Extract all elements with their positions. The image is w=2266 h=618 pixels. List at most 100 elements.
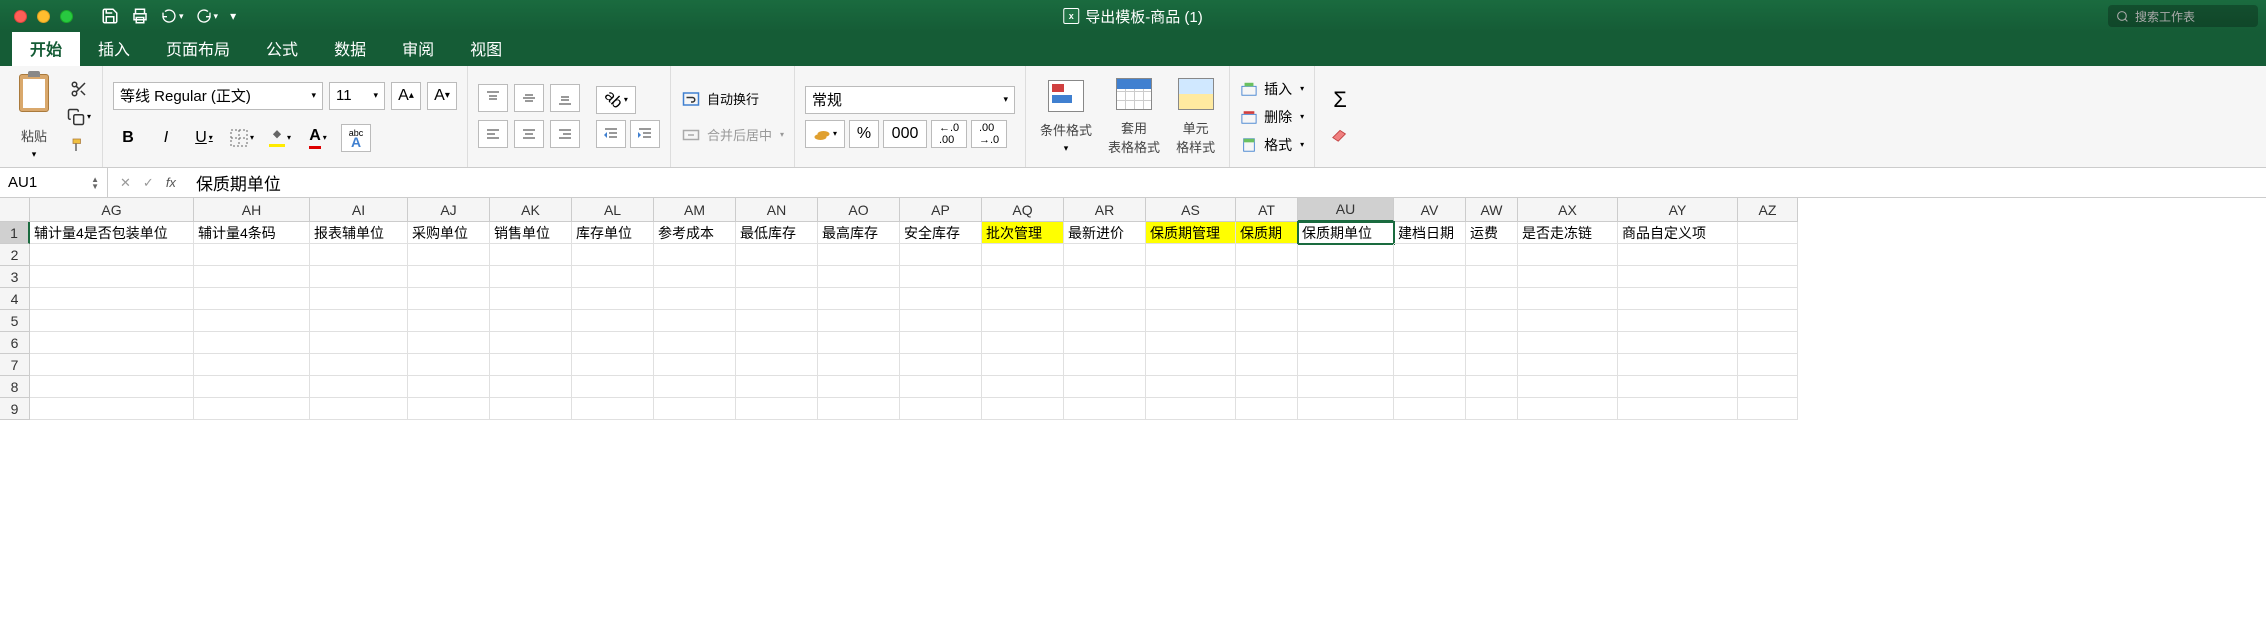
cell-AR7[interactable] (1064, 354, 1146, 376)
increase-decimal-button[interactable]: ←.0.00 (931, 120, 967, 148)
cell-AI9[interactable] (310, 398, 408, 420)
cell-AP5[interactable] (900, 310, 982, 332)
cell-AH2[interactable] (194, 244, 310, 266)
underline-button[interactable]: U▾ (189, 124, 219, 152)
cell-AT6[interactable] (1236, 332, 1298, 354)
column-header-AH[interactable]: AH (194, 198, 310, 222)
column-header-AG[interactable]: AG (30, 198, 194, 222)
qat-print-icon[interactable] (131, 7, 149, 25)
cell-AZ1[interactable] (1738, 222, 1798, 244)
column-header-AW[interactable]: AW (1466, 198, 1518, 222)
column-header-AV[interactable]: AV (1394, 198, 1466, 222)
cell-AW5[interactable] (1466, 310, 1518, 332)
cell-AO8[interactable] (818, 376, 900, 398)
cell-AI5[interactable] (310, 310, 408, 332)
cell-AJ5[interactable] (408, 310, 490, 332)
row-header-6[interactable]: 6 (0, 332, 30, 354)
cell-AX6[interactable] (1518, 332, 1618, 354)
cell-AZ9[interactable] (1738, 398, 1798, 420)
cell-AM5[interactable] (654, 310, 736, 332)
cell-AP2[interactable] (900, 244, 982, 266)
delete-cells-button[interactable]: 删除▾ (1240, 105, 1304, 129)
cell-AR8[interactable] (1064, 376, 1146, 398)
cell-AV7[interactable] (1394, 354, 1466, 376)
cell-AH1[interactable]: 辅计量4条码 (194, 222, 310, 244)
column-header-AU[interactable]: AU (1298, 198, 1394, 222)
align-top-button[interactable] (478, 84, 508, 112)
cell-AK1[interactable]: 销售单位 (490, 222, 572, 244)
cell-AG4[interactable] (30, 288, 194, 310)
cell-AJ7[interactable] (408, 354, 490, 376)
minimize-window-button[interactable] (37, 10, 50, 23)
cell-AS8[interactable] (1146, 376, 1236, 398)
cell-AJ9[interactable] (408, 398, 490, 420)
cell-AX8[interactable] (1518, 376, 1618, 398)
align-right-button[interactable] (550, 120, 580, 148)
cell-AM3[interactable] (654, 266, 736, 288)
cell-AZ6[interactable] (1738, 332, 1798, 354)
cell-AG9[interactable] (30, 398, 194, 420)
cell-AH7[interactable] (194, 354, 310, 376)
cell-AH6[interactable] (194, 332, 310, 354)
column-header-AR[interactable]: AR (1064, 198, 1146, 222)
cell-AX4[interactable] (1518, 288, 1618, 310)
cell-AG1[interactable]: 辅计量4是否包装单位 (30, 222, 194, 244)
cell-AW8[interactable] (1466, 376, 1518, 398)
tab-view[interactable]: 视图 (452, 28, 520, 66)
cell-AT5[interactable] (1236, 310, 1298, 332)
cell-AV9[interactable] (1394, 398, 1466, 420)
cell-AX3[interactable] (1518, 266, 1618, 288)
decrease-decimal-button[interactable]: .00→.0 (971, 120, 1007, 148)
font-size-combo[interactable]: 11▾ (329, 82, 385, 110)
cell-AQ7[interactable] (982, 354, 1064, 376)
cell-AO2[interactable] (818, 244, 900, 266)
cell-AV3[interactable] (1394, 266, 1466, 288)
fill-color-button[interactable]: ▾ (265, 124, 295, 152)
cell-AY2[interactable] (1618, 244, 1738, 266)
cell-AH3[interactable] (194, 266, 310, 288)
cell-AM9[interactable] (654, 398, 736, 420)
cell-AT3[interactable] (1236, 266, 1298, 288)
qat-redo-button[interactable]: ▾ (196, 8, 219, 24)
cell-AQ9[interactable] (982, 398, 1064, 420)
cell-AI2[interactable] (310, 244, 408, 266)
row-header-1[interactable]: 1 (0, 222, 30, 244)
formula-input[interactable]: 保质期单位 (188, 170, 2266, 195)
cell-AX9[interactable] (1518, 398, 1618, 420)
row-header-7[interactable]: 7 (0, 354, 30, 376)
close-window-button[interactable] (14, 10, 27, 23)
column-header-AK[interactable]: AK (490, 198, 572, 222)
row-header-9[interactable]: 9 (0, 398, 30, 420)
cell-AS4[interactable] (1146, 288, 1236, 310)
column-header-AI[interactable]: AI (310, 198, 408, 222)
align-left-button[interactable] (478, 120, 508, 148)
tab-formulas[interactable]: 公式 (248, 28, 316, 66)
copy-button[interactable]: ▾ (66, 106, 92, 128)
cell-AV2[interactable] (1394, 244, 1466, 266)
column-header-AO[interactable]: AO (818, 198, 900, 222)
cell-AT7[interactable] (1236, 354, 1298, 376)
tab-page-layout[interactable]: 页面布局 (148, 28, 248, 66)
column-header-AM[interactable]: AM (654, 198, 736, 222)
cell-AV8[interactable] (1394, 376, 1466, 398)
cell-styles-button[interactable]: 单元 格样式 (1172, 74, 1219, 160)
cell-AQ3[interactable] (982, 266, 1064, 288)
cell-AQ2[interactable] (982, 244, 1064, 266)
cell-AT4[interactable] (1236, 288, 1298, 310)
merge-center-button[interactable]: 合并后居中 ▾ (681, 120, 784, 150)
cell-AN7[interactable] (736, 354, 818, 376)
cell-AT2[interactable] (1236, 244, 1298, 266)
cell-AI8[interactable] (310, 376, 408, 398)
bold-button[interactable]: B (113, 124, 143, 152)
cell-AK8[interactable] (490, 376, 572, 398)
cell-AZ8[interactable] (1738, 376, 1798, 398)
cell-AM7[interactable] (654, 354, 736, 376)
insert-cells-button[interactable]: 插入▾ (1240, 77, 1304, 101)
cell-AQ1[interactable]: 批次管理 (982, 222, 1064, 244)
cell-AG8[interactable] (30, 376, 194, 398)
qat-customize-button[interactable]: ▾ (230, 9, 236, 23)
cell-AL4[interactable] (572, 288, 654, 310)
cell-AI1[interactable]: 报表辅单位 (310, 222, 408, 244)
cell-AG2[interactable] (30, 244, 194, 266)
cell-AS1[interactable]: 保质期管理 (1146, 222, 1236, 244)
